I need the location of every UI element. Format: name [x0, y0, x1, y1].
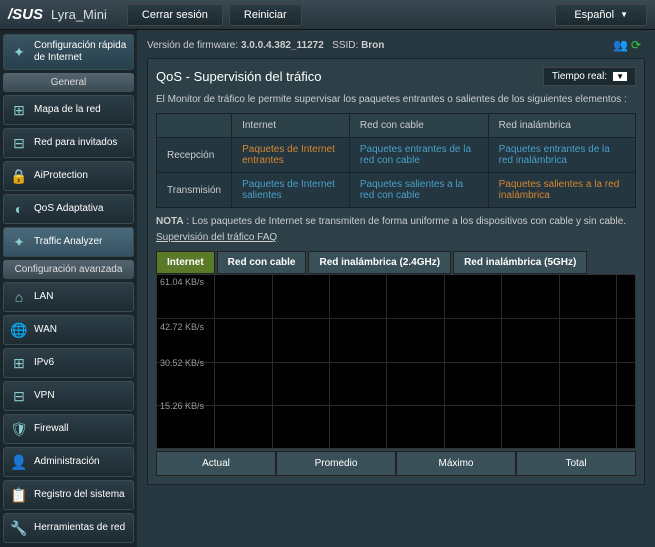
refresh-icon[interactable]: ⟳	[631, 38, 645, 52]
ssid-label: SSID:	[332, 40, 358, 51]
sidebar-section-advanced: Configuración avanzada	[3, 260, 134, 279]
app-header: /SUS Lyra_Mini Cerrar sesión Reiniciar E…	[0, 0, 655, 30]
link-tx-wireless[interactable]: Paquetes salientes a la red inalámbrica	[499, 179, 620, 201]
row-tx: Transmisión	[157, 173, 232, 208]
th-internet: Internet	[232, 114, 350, 138]
panel-title: QoS - Supervisión del tráfico	[156, 69, 321, 84]
fw-version: 3.0.0.4.382_11272	[241, 40, 324, 51]
firmware-bar: Versión de firmware: 3.0.0.4.382_11272 S…	[147, 36, 645, 58]
chart-tabs: Internet Red con cable Red inalámbrica (…	[156, 251, 636, 274]
tab-5ghz[interactable]: Red inalámbrica (5GHz)	[453, 251, 587, 274]
tab-24ghz[interactable]: Red inalámbrica (2.4GHz)	[308, 251, 451, 274]
traffic-chart: 61.04 KB/s 42.72 KB/s 30.52 KB/s 15.26 K…	[156, 274, 636, 449]
y-tick: 15.26 KB/s	[160, 401, 204, 411]
link-rx-internet[interactable]: Paquetes de Internet entrantes	[242, 144, 335, 166]
link-rx-wired[interactable]: Paquetes entrantes de la red con cable	[360, 144, 471, 166]
stats-row: Actual Promedio Máximo Total	[156, 451, 636, 476]
wand-icon: ✦	[10, 43, 28, 61]
link-tx-internet[interactable]: Paquetes de Internet salientes	[242, 179, 335, 201]
vpn-icon: ⊟	[10, 387, 28, 405]
house-icon: ⌂	[10, 288, 28, 306]
language-label: Español	[574, 9, 614, 21]
sidebar-item-label: Red para invitados	[34, 137, 117, 149]
log-icon: 📋	[10, 486, 28, 504]
dropdown-label: Tiempo real:	[552, 71, 607, 82]
sidebar-item-network-map[interactable]: ⊞ Mapa de la red	[3, 95, 134, 125]
sidebar-item-label: AiProtection	[34, 170, 88, 182]
y-tick: 61.04 KB/s	[160, 277, 204, 287]
sidebar-section-general: General	[3, 73, 134, 92]
wrench-icon: 🔧	[10, 519, 28, 537]
language-selector[interactable]: Español ▼	[555, 4, 647, 26]
sidebar-item-wan[interactable]: 🌐 WAN	[3, 315, 134, 345]
model-name: Lyra_Mini	[51, 7, 107, 22]
sidebar-item-label: Administración	[34, 456, 100, 468]
y-tick: 42.72 KB/s	[160, 322, 204, 332]
brand-logo: /SUS	[8, 6, 43, 23]
chart-icon: ✦	[10, 233, 28, 251]
stat-current: Actual	[156, 451, 276, 476]
content-area: Versión de firmware: 3.0.0.4.382_11272 S…	[137, 30, 655, 547]
logout-button[interactable]: Cerrar sesión	[127, 4, 223, 26]
sidebar-item-label: Registro del sistema	[34, 489, 125, 501]
sidebar-item-vpn[interactable]: ⊟ VPN	[3, 381, 134, 411]
link-tx-wired[interactable]: Paquetes salientes a la red con cable	[360, 179, 463, 201]
gauge-icon: ◐	[10, 200, 28, 218]
sidebar-item-traffic[interactable]: ✦ Traffic Analyzer	[3, 227, 134, 257]
sidebar-item-admin[interactable]: 👤 Administración	[3, 447, 134, 477]
user-icon: 👤	[10, 453, 28, 471]
sidebar-item-firewall[interactable]: 🛡 Firewall	[3, 414, 134, 444]
sidebar-item-ipv6[interactable]: ⊞ IPv6	[3, 348, 134, 378]
fw-label: Versión de firmware:	[147, 40, 238, 51]
tab-wired[interactable]: Red con cable	[217, 251, 307, 274]
sidebar-item-label: VPN	[34, 390, 55, 402]
stat-avg: Promedio	[276, 451, 396, 476]
stat-total: Total	[516, 451, 636, 476]
guest-icon: ⊟	[10, 134, 28, 152]
timeframe-dropdown[interactable]: Tiempo real: ▼	[543, 67, 636, 86]
sidebar-item-tools[interactable]: 🔧 Herramientas de red	[3, 513, 134, 543]
qos-panel: QoS - Supervisión del tráfico Tiempo rea…	[147, 58, 645, 485]
chevron-down-icon: ▼	[620, 10, 628, 19]
shield-icon: 🔒	[10, 167, 28, 185]
sidebar-item-label: QoS Adaptativa	[34, 203, 104, 215]
link-rx-wireless[interactable]: Paquetes entrantes de la red inalámbrica	[499, 144, 610, 166]
th-wired: Red con cable	[349, 114, 488, 138]
panel-description: El Monitor de tráfico le permite supervi…	[156, 94, 636, 105]
network-icon: ⊞	[10, 101, 28, 119]
sidebar-item-label: WAN	[34, 324, 57, 336]
sidebar-item-syslog[interactable]: 📋 Registro del sistema	[3, 480, 134, 510]
globe-icon: 🌐	[10, 321, 28, 339]
sidebar-item-label: Herramientas de red	[34, 522, 125, 534]
sidebar-item-label: Mapa de la red	[34, 104, 101, 116]
sidebar-wizard[interactable]: ✦ Configuración rápida de Internet	[3, 34, 134, 70]
sidebar: ✦ Configuración rápida de Internet Gener…	[0, 30, 137, 547]
sidebar-item-aiprotection[interactable]: 🔒 AiProtection	[3, 161, 134, 191]
sidebar-item-label: LAN	[34, 291, 53, 303]
tab-internet[interactable]: Internet	[156, 251, 215, 274]
sidebar-item-label: Firewall	[34, 423, 68, 435]
sidebar-item-lan[interactable]: ⌂ LAN	[3, 282, 134, 312]
stat-max: Máximo	[396, 451, 516, 476]
ipv6-icon: ⊞	[10, 354, 28, 372]
row-rx: Recepción	[157, 138, 232, 173]
sidebar-item-label: IPv6	[34, 357, 54, 369]
traffic-table: InternetRed con cableRed inalámbrica Rec…	[156, 113, 636, 208]
y-tick: 30.52 KB/s	[160, 358, 204, 368]
faq-link[interactable]: Supervisión del tráfico FAQ	[156, 232, 277, 243]
note-text: NOTA NOTA : Los paquetes de Internet se …	[156, 216, 636, 227]
sidebar-item-label: Traffic Analyzer	[34, 236, 102, 248]
users-icon[interactable]: 👥	[613, 38, 627, 52]
ssid-value: Bron	[361, 40, 384, 51]
reboot-button[interactable]: Reiniciar	[229, 4, 302, 26]
th-wireless: Red inalámbrica	[488, 114, 635, 138]
chevron-down-icon: ▼	[613, 72, 627, 81]
sidebar-item-guest[interactable]: ⊟ Red para invitados	[3, 128, 134, 158]
sidebar-item-label: Configuración rápida de Internet	[34, 40, 127, 64]
firewall-icon: 🛡	[10, 420, 28, 438]
sidebar-item-qos[interactable]: ◐ QoS Adaptativa	[3, 194, 134, 224]
